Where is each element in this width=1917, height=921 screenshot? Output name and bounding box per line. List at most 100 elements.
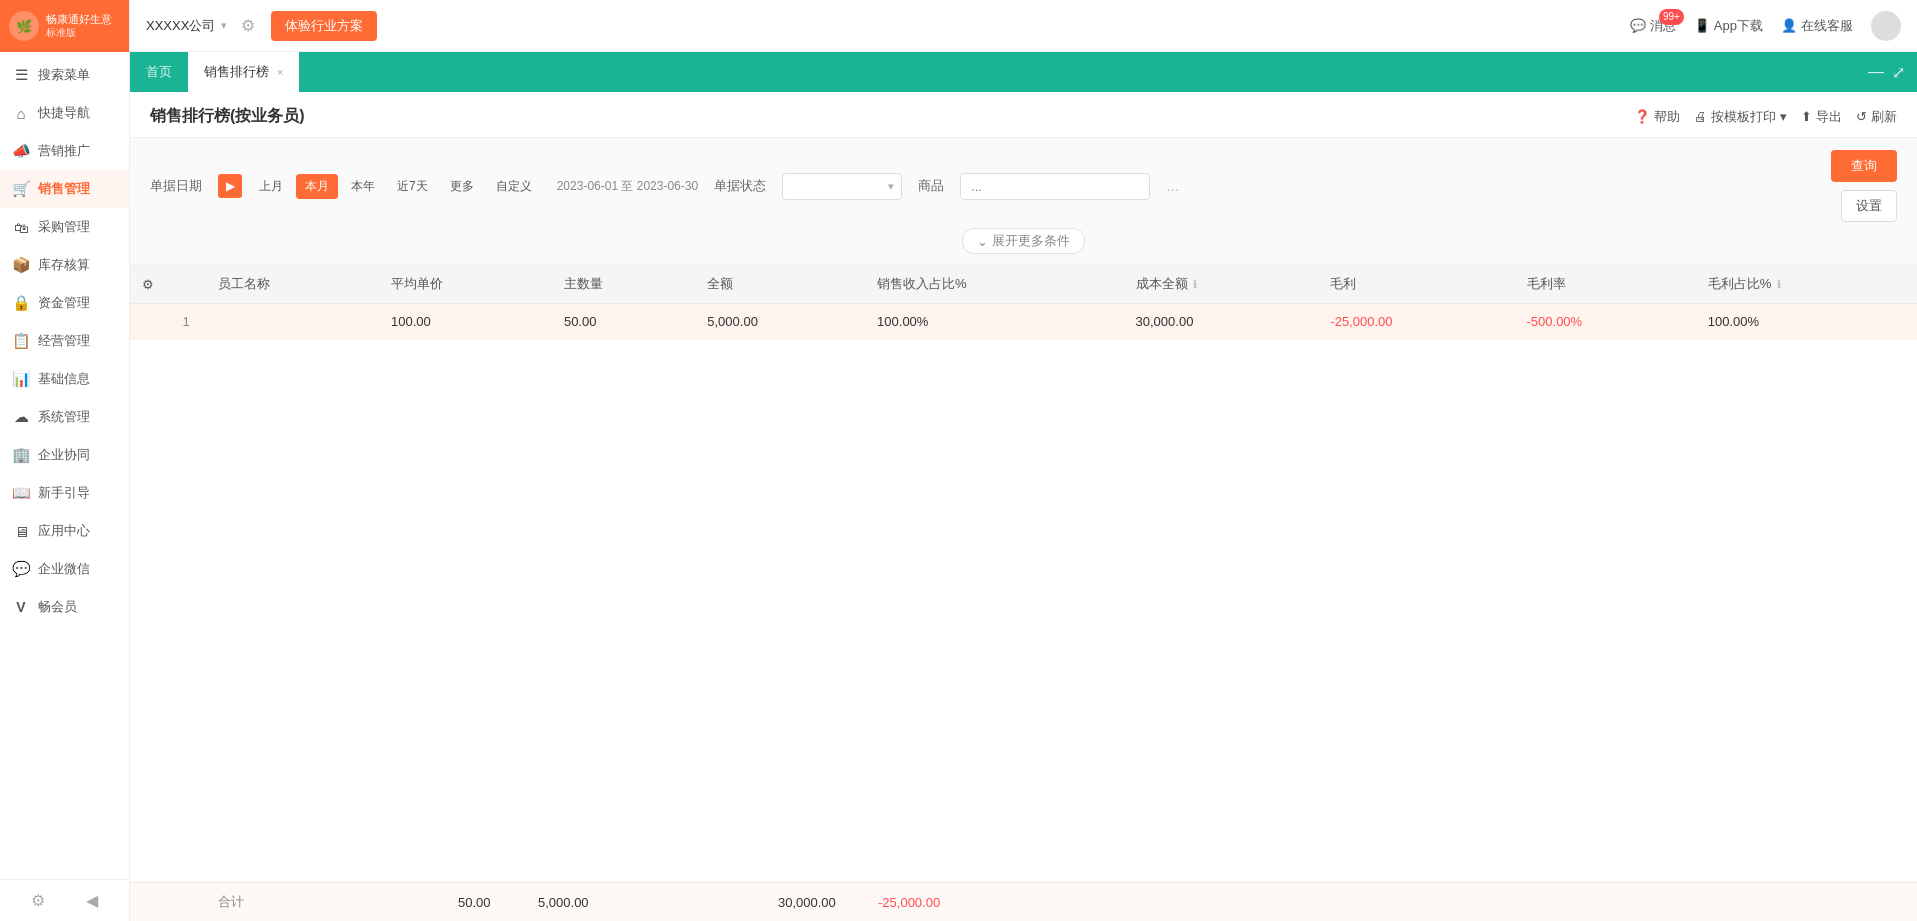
filter-date-tabs: 上月 本月 本年 近7天 更多 自定义 bbox=[250, 174, 541, 199]
chevron-down-icon: ▾ bbox=[221, 19, 227, 32]
operation-icon: 📋 bbox=[12, 332, 30, 350]
gross-pct-info-icon[interactable]: ℹ bbox=[1777, 278, 1781, 290]
col-gross-rate: 毛利率 bbox=[1515, 265, 1696, 304]
print-label: 按模板打印 bbox=[1711, 108, 1776, 126]
sidebar-item-label: 应用中心 bbox=[38, 522, 90, 540]
status-select[interactable] bbox=[782, 173, 902, 200]
topbar-right: 💬 消息 99+ 📱 App下载 👤 在线客服 bbox=[1630, 11, 1901, 41]
sidebar-item-purchase[interactable]: 🛍 采购管理 bbox=[0, 208, 129, 246]
topbar: XXXXX公司 ▾ ⚙ 体验行业方案 💬 消息 99+ 📱 App下载 👤 在线… bbox=[130, 0, 1917, 52]
settings-icon[interactable]: ⚙ bbox=[241, 16, 255, 35]
help-label: 帮助 bbox=[1654, 108, 1680, 126]
expand-more-btn[interactable]: ⌄ 展开更多条件 bbox=[962, 228, 1085, 254]
print-btn[interactable]: 🖨 按模板打印 ▾ bbox=[1694, 108, 1787, 126]
tab-current-month[interactable]: 本月 bbox=[296, 174, 338, 199]
sidebar-nav: ☰ 搜索菜单 ⌂ 快捷导航 📣 营销推广 🛒 销售管理 🛍 采购管理 📦 库存核… bbox=[0, 52, 129, 879]
row-gross-rate: -500.00% bbox=[1515, 304, 1696, 340]
sidebar-item-sales[interactable]: 🛒 销售管理 bbox=[0, 170, 129, 208]
sidebar-item-label: 营销推广 bbox=[38, 142, 90, 160]
sidebar-item-label: 快捷导航 bbox=[38, 104, 90, 122]
trial-btn[interactable]: 体验行业方案 bbox=[271, 11, 377, 41]
restore-icon[interactable]: ⤢ bbox=[1892, 63, 1905, 82]
sidebar-item-operation[interactable]: 📋 经营管理 bbox=[0, 322, 129, 360]
tab-close-icon[interactable]: × bbox=[277, 66, 283, 78]
message-btn[interactable]: 💬 消息 99+ bbox=[1630, 17, 1676, 35]
tab-sales-rank[interactable]: 销售排行榜 × bbox=[188, 52, 299, 92]
sidebar-item-app-center[interactable]: 🖥 应用中心 bbox=[0, 512, 129, 550]
purchase-icon: 🛍 bbox=[12, 219, 30, 236]
export-label: 导出 bbox=[1816, 108, 1842, 126]
sidebar-collapse-btn[interactable]: ◀ bbox=[86, 891, 98, 910]
row-gross: -25,000.00 bbox=[1318, 304, 1514, 340]
row-employee bbox=[206, 304, 379, 340]
sidebar-item-label: 企业协同 bbox=[38, 446, 90, 464]
sidebar-item-basic-info[interactable]: 📊 基础信息 bbox=[0, 360, 129, 398]
date-arrow-btn[interactable]: ▶ bbox=[218, 174, 242, 198]
help-btn[interactable]: ❓ 帮助 bbox=[1634, 108, 1680, 126]
export-btn[interactable]: ⬆ 导出 bbox=[1801, 108, 1842, 126]
sidebar-item-guide[interactable]: 📖 新手引导 bbox=[0, 474, 129, 512]
sidebar-item-enterprise[interactable]: 🏢 企业协同 bbox=[0, 436, 129, 474]
status-label: 单据状态 bbox=[714, 177, 766, 195]
tab-custom[interactable]: 自定义 bbox=[487, 174, 541, 199]
footer-gross-val: -25,000.00 bbox=[878, 895, 978, 910]
tab-sales-rank-label: 销售排行榜 bbox=[204, 63, 269, 81]
svg-text:🌿: 🌿 bbox=[16, 18, 33, 35]
footer-values: 50.00 5,000.00 30,000.00 -25,000.00 bbox=[338, 895, 1905, 910]
app-icon: 📱 bbox=[1694, 18, 1710, 33]
filter-row-main: 单据日期 ▶ 上月 本月 本年 近7天 更多 自定义 2023-06- bbox=[150, 150, 1897, 222]
sidebar-item-system[interactable]: ☁ 系统管理 bbox=[0, 398, 129, 436]
setting-btn[interactable]: 设置 bbox=[1841, 190, 1897, 222]
date-range-display: 2023-06-01 至 2023-06-30 bbox=[557, 178, 698, 195]
footer-qty bbox=[338, 895, 458, 910]
row-settings bbox=[130, 304, 166, 340]
query-btn[interactable]: 查询 bbox=[1831, 150, 1897, 182]
row-rank: 1 bbox=[166, 304, 206, 340]
row-cost: 30,000.00 bbox=[1124, 304, 1319, 340]
col-amount: 全额 bbox=[695, 265, 865, 304]
sidebar-item-search-order[interactable]: ☰ 搜索菜单 bbox=[0, 56, 129, 94]
refresh-label: 刷新 bbox=[1871, 108, 1897, 126]
tab-home[interactable]: 首页 bbox=[130, 52, 188, 92]
export-icon: ⬆ bbox=[1801, 109, 1812, 124]
sidebar-settings-btn[interactable]: ⚙ bbox=[31, 891, 45, 910]
online-service-btn[interactable]: 👤 在线客服 bbox=[1781, 17, 1853, 35]
avatar[interactable] bbox=[1871, 11, 1901, 41]
footer-cost-val: 30,000.00 bbox=[778, 895, 878, 910]
goods-more-icon[interactable]: … bbox=[1166, 179, 1179, 194]
goods-input[interactable] bbox=[960, 173, 1150, 200]
enterprise-icon: 🏢 bbox=[12, 446, 30, 464]
sidebar-item-label: 资金管理 bbox=[38, 294, 90, 312]
col-settings[interactable]: ⚙ bbox=[130, 265, 166, 304]
logo-icon: 🌿 bbox=[8, 10, 40, 42]
app-download-btn[interactable]: 📱 App下载 bbox=[1694, 17, 1763, 35]
cost-info-icon[interactable]: ℹ bbox=[1193, 278, 1197, 290]
sidebar-item-marketing[interactable]: 📣 营销推广 bbox=[0, 132, 129, 170]
tab-last-month[interactable]: 上月 bbox=[250, 174, 292, 199]
page-title: 销售排行榜(按业务员) bbox=[150, 106, 305, 127]
sidebar-item-label: 基础信息 bbox=[38, 370, 90, 388]
table-body: 1 100.00 50.00 5,000.00 100.00% 30,000.0… bbox=[130, 304, 1917, 340]
expand-label: 展开更多条件 bbox=[992, 232, 1070, 250]
sidebar: 🌿 畅康通好生意 标准版 ☰ 搜索菜单 ⌂ 快捷导航 📣 营销推广 🛒 销售管理… bbox=[0, 0, 130, 921]
footer-amount-val: 5,000.00 bbox=[538, 895, 638, 910]
sidebar-item-wechat[interactable]: 💬 企业微信 bbox=[0, 550, 129, 588]
service-icon: 👤 bbox=[1781, 18, 1797, 33]
col-rank bbox=[166, 265, 206, 304]
sidebar-item-label: 销售管理 bbox=[38, 180, 90, 198]
minimize-icon[interactable]: — bbox=[1868, 63, 1884, 81]
sidebar-item-finance[interactable]: 🔒 资金管理 bbox=[0, 284, 129, 322]
sidebar-item-inventory[interactable]: 📦 库存核算 bbox=[0, 246, 129, 284]
sidebar-item-member[interactable]: V 畅会员 bbox=[0, 588, 129, 626]
tab-last7days[interactable]: 近7天 bbox=[388, 174, 437, 199]
system-icon: ☁ bbox=[12, 408, 30, 426]
company-selector[interactable]: XXXXX公司 ▾ bbox=[146, 17, 227, 35]
sidebar-item-quick-nav[interactable]: ⌂ 快捷导航 bbox=[0, 94, 129, 132]
status-select-wrapper: ▾ bbox=[782, 173, 902, 200]
app-center-icon: 🖥 bbox=[12, 523, 30, 540]
col-employee: 员工名称 bbox=[206, 265, 379, 304]
basic-info-icon: 📊 bbox=[12, 370, 30, 388]
tab-more[interactable]: 更多 bbox=[441, 174, 483, 199]
tab-current-year[interactable]: 本年 bbox=[342, 174, 384, 199]
refresh-btn[interactable]: ↺ 刷新 bbox=[1856, 108, 1897, 126]
